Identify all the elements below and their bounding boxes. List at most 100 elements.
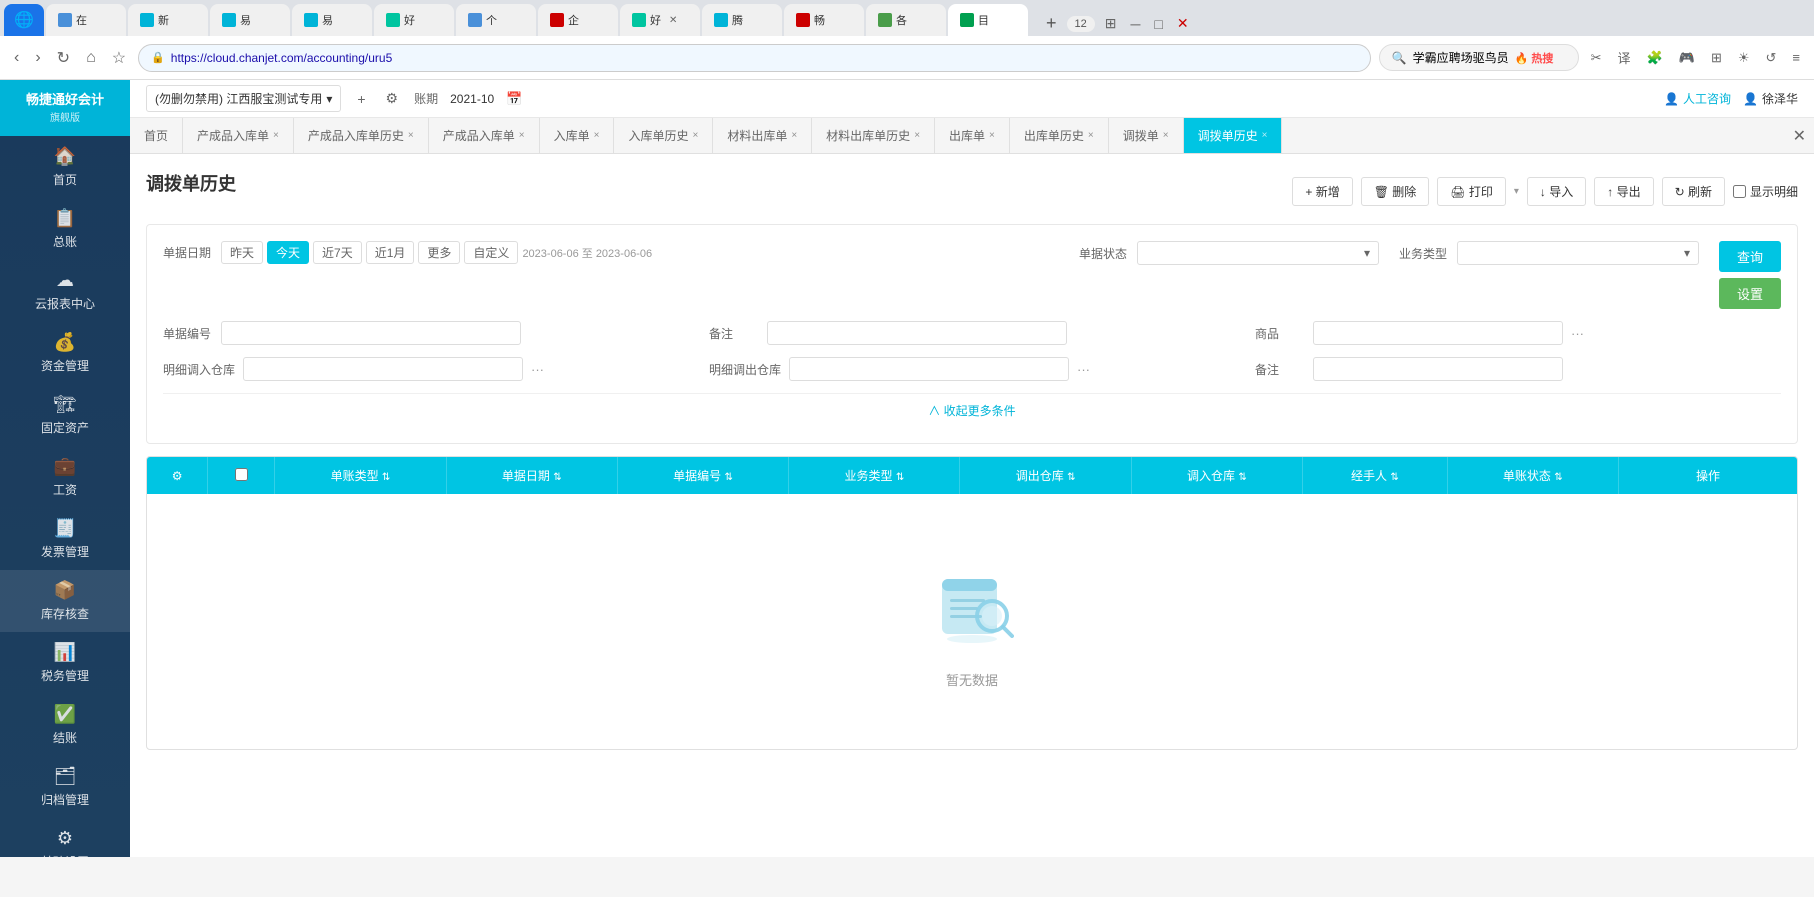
- export-button[interactable]: ↑ 导出: [1594, 177, 1653, 206]
- nav-tab-6-close[interactable]: ×: [791, 130, 797, 141]
- browser-tab-1[interactable]: 在: [46, 4, 126, 36]
- nav-tab-10[interactable]: 调拨单 ×: [1109, 118, 1184, 154]
- browser-tab-9[interactable]: 腾: [702, 4, 782, 36]
- sidebar-item-asset[interactable]: 🏗 固定资产: [0, 384, 130, 446]
- sidebar-item-archive[interactable]: 🗂 归档管理: [0, 756, 130, 818]
- print-dropdown-icon[interactable]: ▾: [1514, 186, 1519, 197]
- col-doc-type[interactable]: 单账类型 ⇅: [275, 457, 446, 494]
- select-all-checkbox[interactable]: [235, 468, 248, 481]
- detail-in-more-icon[interactable]: ···: [531, 362, 544, 377]
- detail-in-input[interactable]: [243, 357, 523, 381]
- grid-icon[interactable]: ⊞: [1707, 46, 1726, 70]
- nav-tab-7-close[interactable]: ×: [914, 130, 920, 141]
- browser-tab-10[interactable]: 畅: [784, 4, 864, 36]
- sidebar-item-settings[interactable]: ⚙ 基础设置: [0, 818, 130, 857]
- tab-close-8[interactable]: ✕: [669, 15, 677, 26]
- star-button[interactable]: ☆: [108, 44, 130, 72]
- detail-out-more-icon[interactable]: ···: [1077, 362, 1090, 377]
- browser-tab-3[interactable]: 易: [210, 4, 290, 36]
- col-biz-type[interactable]: 业务类型 ⇅: [789, 457, 960, 494]
- nav-tab-6[interactable]: 材料出库单 ×: [713, 118, 812, 154]
- nav-tab-3[interactable]: 产成品入库单 ×: [429, 118, 540, 154]
- setting-button[interactable]: 设置: [1719, 278, 1781, 309]
- new-tab-button[interactable]: +: [1042, 11, 1061, 36]
- nav-tab-8-close[interactable]: ×: [989, 130, 995, 141]
- menu-icon[interactable]: ≡: [1788, 46, 1804, 69]
- remark-input[interactable]: [767, 321, 1067, 345]
- import-button[interactable]: ↓ 导入: [1527, 177, 1586, 206]
- checkbox-column-header[interactable]: [208, 457, 275, 494]
- collapse-button[interactable]: ∧ 收起更多条件: [163, 393, 1781, 427]
- home-nav-button[interactable]: ⌂: [82, 45, 100, 71]
- nav-tab-9[interactable]: 出库单历史 ×: [1010, 118, 1109, 154]
- back-button[interactable]: ‹: [10, 45, 23, 71]
- browser-tab-7[interactable]: 企: [538, 4, 618, 36]
- browser-tab-8[interactable]: 好 ✕: [620, 4, 700, 36]
- settings-gear-button[interactable]: ⚙: [382, 88, 403, 109]
- refresh-button[interactable]: ↻ 刷新: [1662, 177, 1725, 206]
- extension-icon[interactable]: 🧩: [1643, 46, 1667, 70]
- remark2-input[interactable]: [1313, 357, 1563, 381]
- nav-tab-4-close[interactable]: ×: [594, 130, 600, 141]
- address-bar[interactable]: 🔒 https://cloud.chanjet.com/accounting/u…: [138, 44, 1371, 72]
- sidebar-item-capital[interactable]: 💰 资金管理: [0, 322, 130, 384]
- delete-button[interactable]: 🗑 删除: [1361, 177, 1430, 206]
- month-btn[interactable]: 近1月: [366, 241, 415, 264]
- sidebar-item-invoice[interactable]: 🧾 发票管理: [0, 508, 130, 570]
- col-doc-status[interactable]: 单账状态 ⇅: [1447, 457, 1618, 494]
- maximize-button[interactable]: □: [1150, 14, 1166, 34]
- yesterday-btn[interactable]: 昨天: [221, 241, 263, 264]
- nav-tab-2-close[interactable]: ×: [408, 130, 414, 141]
- browser-search-bar[interactable]: 🔍 学霸应聘场驱鸟员 🔥 热搜: [1379, 44, 1579, 71]
- sidebar-item-settle[interactable]: ✅ 结账: [0, 694, 130, 756]
- nav-tab-4[interactable]: 入库单 ×: [540, 118, 615, 154]
- browser-tab-4[interactable]: 易: [292, 4, 372, 36]
- nav-tab-1[interactable]: 产成品入库单 ×: [183, 118, 294, 154]
- company-selector[interactable]: (勿删勿禁用) 江西服宝测试专用 ▾: [146, 85, 341, 112]
- today-btn[interactable]: 今天: [267, 241, 309, 264]
- service-button[interactable]: 👤 人工咨询: [1664, 90, 1731, 107]
- sidebar-item-ledger[interactable]: 📋 总账: [0, 198, 130, 260]
- browser-tab-11[interactable]: 各: [866, 4, 946, 36]
- col-handler[interactable]: 经手人 ⇅: [1303, 457, 1448, 494]
- week-btn[interactable]: 近7天: [313, 241, 362, 264]
- browser-tab-2[interactable]: 新: [128, 4, 208, 36]
- translate-icon[interactable]: 译: [1614, 44, 1635, 71]
- nav-tab-9-close[interactable]: ×: [1088, 130, 1094, 141]
- col-doc-no[interactable]: 单据编号 ⇅: [617, 457, 788, 494]
- col-out-warehouse[interactable]: 调出仓库 ⇅: [960, 457, 1131, 494]
- nav-tab-10-close[interactable]: ×: [1163, 130, 1169, 141]
- history-icon[interactable]: ↺: [1762, 46, 1781, 70]
- docno-input[interactable]: [221, 321, 521, 345]
- sidebar-item-inventory[interactable]: 📦 库存核查: [0, 570, 130, 632]
- minimize-button[interactable]: ─: [1127, 14, 1145, 34]
- custom-btn[interactable]: 自定义: [464, 241, 518, 264]
- game-icon[interactable]: 🎮: [1675, 46, 1699, 70]
- refresh-nav-button[interactable]: ↻: [53, 44, 74, 72]
- nav-tab-3-close[interactable]: ×: [519, 130, 525, 141]
- nav-tab-7[interactable]: 材料出库单历史 ×: [812, 118, 935, 154]
- sidebar-item-home[interactable]: 🏠 首页: [0, 136, 130, 198]
- sidebar-item-payroll[interactable]: 💼 工资: [0, 446, 130, 508]
- forward-button[interactable]: ›: [31, 45, 44, 71]
- tab-list-button[interactable]: ⊞: [1101, 13, 1121, 34]
- sidebar-item-tax[interactable]: 📊 税务管理: [0, 632, 130, 694]
- browser-tab-6[interactable]: 个: [456, 4, 536, 36]
- scissors-icon[interactable]: ✂: [1587, 46, 1606, 70]
- detail-out-input[interactable]: [789, 357, 1069, 381]
- print-button[interactable]: 🖨 打印: [1437, 177, 1506, 206]
- new-button[interactable]: + 新增: [1292, 177, 1352, 206]
- nav-tab-5-close[interactable]: ×: [692, 130, 698, 141]
- browser-tab-12[interactable]: 目: [948, 4, 1028, 36]
- display-checkbox[interactable]: [1733, 185, 1746, 198]
- nav-tab-5[interactable]: 入库单历史 ×: [614, 118, 713, 154]
- browser-tab-5[interactable]: 好: [374, 4, 454, 36]
- close-button[interactable]: ✕: [1173, 13, 1193, 34]
- close-all-tabs-icon[interactable]: ✕: [1793, 126, 1806, 146]
- theme-icon[interactable]: ☀: [1734, 46, 1754, 70]
- more-btn[interactable]: 更多: [418, 241, 460, 264]
- nav-tab-2[interactable]: 产成品入库单历史 ×: [294, 118, 429, 154]
- sidebar-item-report[interactable]: ☁ 云报表中心: [0, 260, 130, 322]
- display-toggle[interactable]: 显示明细: [1733, 183, 1798, 200]
- nav-tab-11-close[interactable]: ×: [1262, 130, 1268, 141]
